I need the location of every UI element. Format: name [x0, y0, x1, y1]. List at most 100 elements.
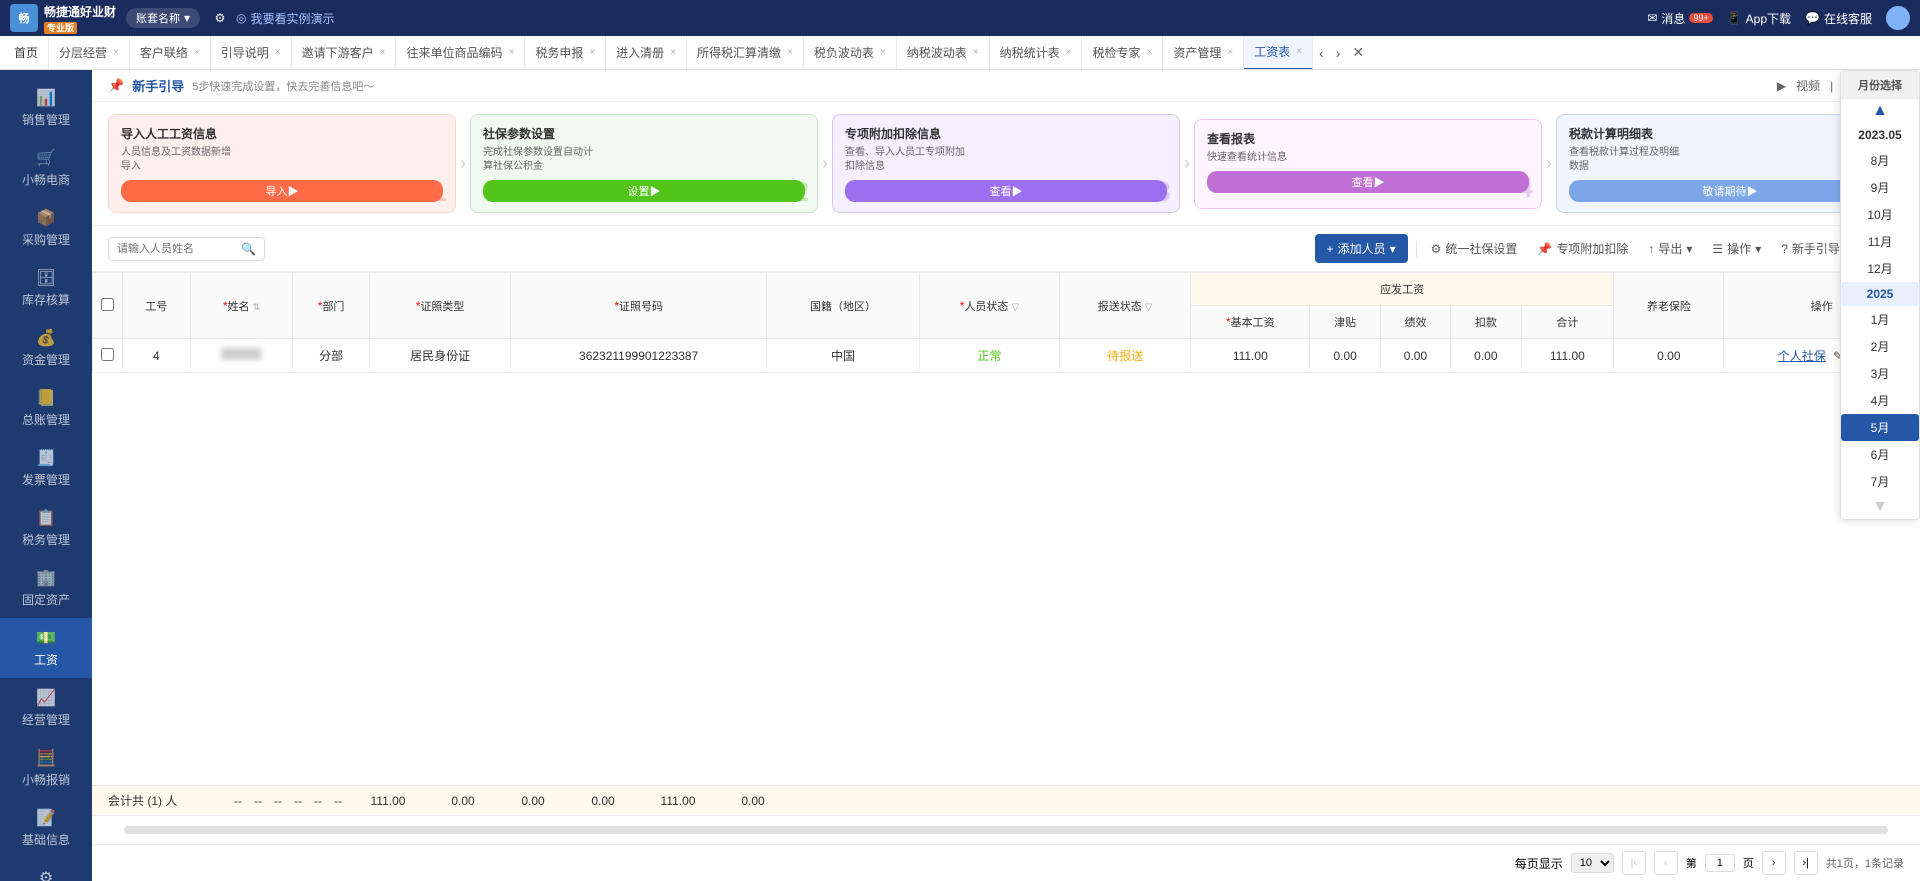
month-5[interactable]: 5月 — [1841, 414, 1919, 441]
demo-link[interactable]: ◎ 我要看实例演示 — [236, 10, 335, 27]
tab-next-btn[interactable]: › — [1330, 45, 1347, 61]
user-avatar[interactable] — [1886, 6, 1910, 30]
month-10[interactable]: 10月 — [1841, 201, 1919, 228]
special-deduct-btn[interactable]: 📌 专项附加扣除 — [1531, 236, 1634, 261]
close-icon[interactable]: × — [787, 47, 793, 58]
tab-goods-code[interactable]: 往来单位商品编码 × — [396, 36, 525, 70]
horizontal-scrollbar[interactable] — [124, 826, 1888, 834]
month-1[interactable]: 1月 — [1841, 306, 1919, 333]
export-btn[interactable]: ↑ 导出 ▾ — [1642, 236, 1698, 261]
sidebar-item-purchase[interactable]: 📦 采购管理 — [0, 198, 92, 258]
th-performance: 绩效 — [1380, 306, 1450, 339]
sidebar-item-fixed-assets[interactable]: 🏢 固定资产 — [0, 558, 92, 618]
sidebar-item-tax[interactable]: 📋 税务管理 — [0, 498, 92, 558]
operate-btn[interactable]: ☰ 操作 ▾ — [1706, 236, 1767, 261]
month-down-icon[interactable]: ▼ — [1872, 498, 1888, 516]
sidebar-item-operations[interactable]: 📈 经营管理 — [0, 678, 92, 738]
month-8[interactable]: 8月 — [1841, 147, 1919, 174]
close-icon[interactable]: × — [1227, 47, 1233, 58]
prev-page-btn[interactable]: ‹ — [1654, 851, 1678, 875]
new-guide-btn[interactable]: ? 新手引导 — [1775, 236, 1846, 261]
step-3-btn[interactable]: 查看▶ — [845, 180, 1167, 202]
tab-close-all-btn[interactable]: ✕ — [1346, 44, 1370, 61]
tab-invite[interactable]: 邀请下游客户 × — [292, 36, 397, 70]
step-4-btn[interactable]: 查看▶ — [1207, 171, 1529, 193]
month-7[interactable]: 7月 — [1841, 468, 1919, 495]
account-selector[interactable]: 账套名称 ▾ — [126, 8, 200, 28]
add-person-btn[interactable]: + 添加人员 ▾ — [1315, 234, 1408, 263]
step-1-btn[interactable]: 导入▶ — [121, 180, 443, 202]
send-status-text: 待报送 — [1107, 349, 1143, 363]
tab-tax-expert[interactable]: 税检专家 × — [1082, 36, 1163, 70]
tab-tax-stat[interactable]: 纳税波动表 × — [897, 36, 990, 70]
unified-settings-icon: ⚙ — [1431, 242, 1442, 256]
cell-performance: 0.00 — [1380, 339, 1450, 373]
month-4[interactable]: 4月 — [1841, 387, 1919, 414]
tab-tax-waive[interactable]: 税负波动表 × — [804, 36, 897, 70]
unified-settings-btn[interactable]: ⚙ 统一社保设置 — [1425, 236, 1524, 261]
tab-prev-btn[interactable]: ‹ — [1313, 45, 1330, 61]
cell-dept: 分部 — [293, 339, 370, 373]
app-download-btn[interactable]: 📱 App下载 — [1727, 10, 1791, 27]
search-input[interactable] — [117, 243, 237, 255]
messages-btn[interactable]: ✉ 消息 99+ — [1647, 10, 1712, 27]
close-icon[interactable]: × — [1066, 47, 1072, 58]
guide-video-label[interactable]: 视频 — [1796, 77, 1820, 94]
search-icon[interactable]: 🔍 — [241, 242, 256, 256]
close-icon[interactable]: × — [973, 47, 979, 58]
tab-tax-count[interactable]: 纳税统计表 × — [990, 36, 1083, 70]
close-icon[interactable]: × — [113, 47, 119, 58]
tab-home[interactable]: 首页 — [4, 36, 49, 70]
tab-guide[interactable]: 引导说明 × — [211, 36, 292, 70]
step-2-btn[interactable]: 设置▶ — [483, 180, 805, 202]
month-3[interactable]: 3月 — [1841, 360, 1919, 387]
select-all-checkbox[interactable] — [101, 298, 114, 311]
tab-salary[interactable]: 工资表 × — [1244, 36, 1313, 70]
send-filter-icon[interactable]: ▽ — [1145, 302, 1153, 313]
close-icon[interactable]: × — [670, 47, 676, 58]
month-12[interactable]: 12月 — [1841, 255, 1919, 282]
close-icon[interactable]: × — [1296, 46, 1302, 57]
th-send-status: 报送状态 ▽ — [1060, 273, 1191, 339]
online-service-btn[interactable]: 💬 在线客服 — [1805, 10, 1872, 27]
status-filter-icon[interactable]: ▽ — [1012, 302, 1020, 313]
close-icon[interactable]: × — [508, 47, 514, 58]
tab-customer[interactable]: 客户联络 × — [130, 36, 211, 70]
month-2[interactable]: 2月 — [1841, 333, 1919, 360]
close-icon[interactable]: × — [1146, 47, 1152, 58]
sidebar-item-basic[interactable]: 📝 基础信息 — [0, 798, 92, 858]
month-6[interactable]: 6月 — [1841, 441, 1919, 468]
row-checkbox[interactable] — [101, 348, 114, 361]
first-page-btn[interactable]: |‹ — [1622, 851, 1646, 875]
close-icon[interactable]: × — [880, 47, 886, 58]
close-icon[interactable]: × — [380, 47, 386, 58]
sidebar-item-salary[interactable]: 💵 工资 — [0, 618, 92, 678]
tab-clearbook[interactable]: 进入清册 × — [606, 36, 687, 70]
tab-tax-report[interactable]: 税务申报 × — [525, 36, 606, 70]
page-input[interactable] — [1705, 854, 1735, 872]
tab-tax-calc[interactable]: 所得税汇算清缴 × — [687, 36, 804, 70]
close-icon[interactable]: × — [275, 47, 281, 58]
sidebar-item-system[interactable]: ⚙ 系统管理 — [0, 858, 92, 881]
next-page-btn[interactable]: › — [1762, 851, 1786, 875]
month-up-icon[interactable]: ▲ — [1872, 102, 1888, 120]
tab-partition[interactable]: 分层经营 × — [49, 36, 130, 70]
per-page-select[interactable]: 10 20 50 — [1571, 853, 1614, 873]
sidebar-item-invoice[interactable]: 🧾 发票管理 — [0, 438, 92, 498]
last-page-btn[interactable]: ›| — [1794, 851, 1818, 875]
sidebar-item-promo[interactable]: 🧮 小畅报销 — [0, 738, 92, 798]
close-icon[interactable]: × — [589, 47, 595, 58]
tab-asset-mgmt[interactable]: 资产管理 × — [1163, 36, 1244, 70]
personal-insurance-link[interactable]: 个人社保 — [1778, 349, 1826, 363]
settings-icon[interactable]: ⚙ — [208, 6, 232, 30]
sidebar-item-inventory[interactable]: 🗄 库存核算 — [0, 258, 92, 318]
sidebar-label-promo: 小畅报销 — [22, 771, 70, 788]
close-icon[interactable]: × — [194, 47, 200, 58]
month-11[interactable]: 11月 — [1841, 228, 1919, 255]
month-9[interactable]: 9月 — [1841, 174, 1919, 201]
sidebar-item-finance[interactable]: 💰 资金管理 — [0, 318, 92, 378]
sidebar-item-general[interactable]: 📒 总账管理 — [0, 378, 92, 438]
sidebar-item-ecom[interactable]: 🛒 小畅电商 — [0, 138, 92, 198]
name-sort-icon[interactable]: ⇅ — [253, 302, 261, 312]
sidebar-item-sales[interactable]: 📊 销售管理 — [0, 78, 92, 138]
